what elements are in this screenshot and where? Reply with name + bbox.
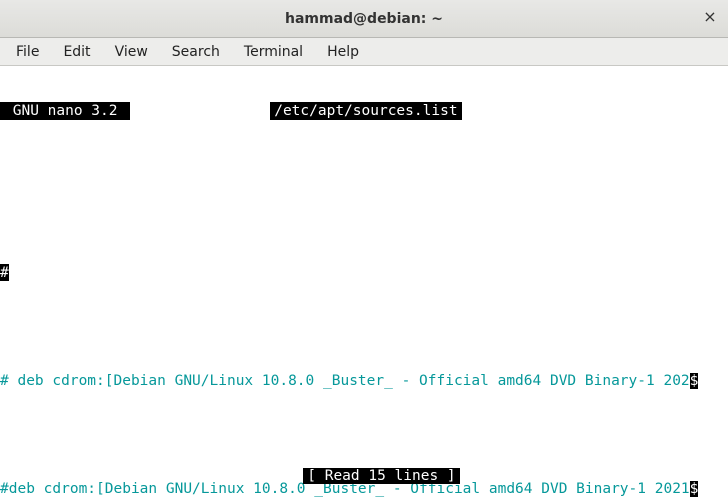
menu-help[interactable]: Help (315, 40, 371, 64)
nano-status-line: [ Read 15 lines ] (0, 449, 728, 467)
menu-file[interactable]: File (4, 40, 51, 64)
editor-line (0, 210, 728, 228)
menu-search[interactable]: Search (160, 40, 232, 64)
nano-filename: /etc/apt/sources.list (270, 102, 461, 120)
terminal-area[interactable]: GNU nano 3.2 /etc/apt/sources.list # # d… (0, 66, 728, 503)
editor-line (0, 318, 728, 336)
window-titlebar: hammad@debian: ~ × (0, 0, 728, 38)
menubar: File Edit View Search Terminal Help (0, 38, 728, 66)
editor-line: # deb cdrom:[Debian GNU/Linux 10.8.0 _Bu… (0, 372, 728, 390)
editor-line (0, 426, 728, 444)
menu-edit[interactable]: Edit (51, 40, 102, 64)
nano-header: GNU nano 3.2 /etc/apt/sources.list (0, 102, 728, 120)
menu-terminal[interactable]: Terminal (232, 40, 315, 64)
cursor: # (0, 264, 9, 281)
nano-version: GNU nano 3.2 (0, 102, 130, 120)
menu-view[interactable]: View (103, 40, 160, 64)
window-title: hammad@debian: ~ (0, 11, 728, 27)
close-icon[interactable]: × (700, 8, 720, 28)
nano-shortcut-bar: ^GGet Help ^OWrite Out ^WWhere Is ^KCut … (0, 467, 728, 503)
editor-line: # (0, 264, 728, 282)
